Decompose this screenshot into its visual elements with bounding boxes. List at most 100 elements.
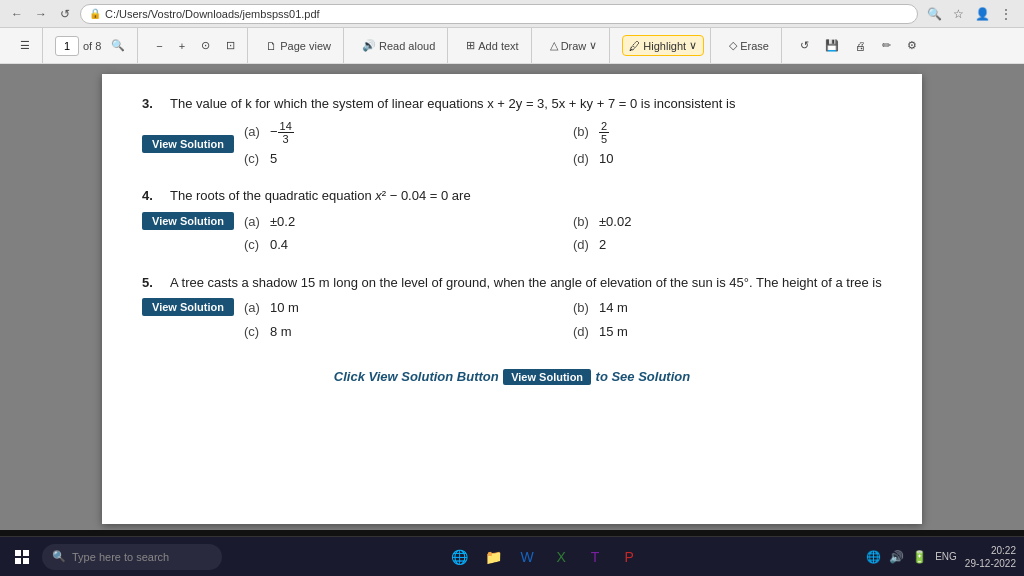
q5-option-a: (a) 10 m <box>244 298 553 318</box>
add-text-section: ⊞ Add text <box>454 28 531 63</box>
zoom-in-button[interactable]: + <box>173 37 191 55</box>
browser-menu-icon[interactable]: ⋮ <box>996 4 1016 24</box>
pdf-content: 3. The value of k for which the system o… <box>0 64 1024 530</box>
page-view-button[interactable]: 🗋 Page view <box>260 37 337 55</box>
question-3-number: 3. <box>142 94 162 114</box>
view-solution-3-button[interactable]: View Solution <box>142 135 234 153</box>
page-number-input[interactable] <box>55 36 79 56</box>
taskbar-teams-icon[interactable]: T <box>581 543 609 571</box>
taskbar-clock[interactable]: 20:22 29-12-2022 <box>965 544 1016 570</box>
taskbar-word-icon[interactable]: W <box>513 543 541 571</box>
q5-option-b: (b) 14 m <box>573 298 882 318</box>
browser-chrome: ← → ↺ 🔒 C:/Users/Vostro/Downloads/jembsp… <box>0 0 1024 28</box>
taskbar-right: 🌐 🔊 🔋 ENG 20:22 29-12-2022 <box>866 544 1016 570</box>
svg-rect-2 <box>15 558 21 564</box>
taskbar-volume-icon[interactable]: 🔊 <box>889 550 904 564</box>
undo-button[interactable]: ↺ <box>794 36 815 55</box>
draw-button[interactable]: △ Draw ∨ <box>544 36 604 55</box>
q3-option-d: (d) 10 <box>573 149 882 169</box>
toolbar-menu-section: ☰ <box>8 28 43 63</box>
question-3-header: 3. The value of k for which the system o… <box>142 94 882 114</box>
reload-button[interactable]: ↺ <box>56 5 74 23</box>
taskbar: 🔍 Type here to search 🌐 📁 W X T P 🌐 🔊 🔋 … <box>0 536 1024 576</box>
taskbar-pdf-icon[interactable]: P <box>615 543 643 571</box>
question-5-header: 5. A tree casts a shadow 15 m long on th… <box>142 273 882 293</box>
settings-button[interactable]: ⚙ <box>901 36 923 55</box>
pdf-page: 3. The value of k for which the system o… <box>102 74 922 524</box>
read-aloud-section: 🔊 Read aloud <box>350 28 448 63</box>
search-button[interactable]: 🔍 <box>105 36 131 55</box>
taskbar-search-bar[interactable]: 🔍 Type here to search <box>42 544 222 570</box>
svg-rect-0 <box>15 550 21 556</box>
click-solution-text: Click View Solution Button <box>334 369 499 384</box>
svg-rect-1 <box>23 550 29 556</box>
q4-option-c: (c) 0.4 <box>244 235 553 255</box>
edit-button[interactable]: ✏ <box>876 36 897 55</box>
save-button[interactable]: 💾 <box>819 36 845 55</box>
q3-option-b: (b) 25 <box>573 120 882 145</box>
page-total-label: of 8 <box>83 40 101 52</box>
taskbar-battery-icon[interactable]: 🔋 <box>912 550 927 564</box>
taskbar-search-icon: 🔍 <box>52 550 66 563</box>
q4-option-a: (a) ±0.2 <box>244 212 553 232</box>
taskbar-fileexplorer-icon[interactable]: 📁 <box>479 543 507 571</box>
taskbar-date: 29-12-2022 <box>965 557 1016 570</box>
page-nav-section: of 8 🔍 <box>49 28 138 63</box>
q4-option-b: (b) ±0.02 <box>573 212 882 232</box>
q5-option-c: (c) 8 m <box>244 322 553 342</box>
taskbar-edge-icon[interactable]: 🌐 <box>445 543 473 571</box>
question-4-block: 4. The roots of the quadratic equation x… <box>142 186 882 255</box>
question-4-number: 4. <box>142 186 162 206</box>
address-bar[interactable]: 🔒 C:/Users/Vostro/Downloads/jembspss01.p… <box>80 4 918 24</box>
taskbar-excel-icon[interactable]: X <box>547 543 575 571</box>
address-text: C:/Users/Vostro/Downloads/jembspss01.pdf <box>105 8 320 20</box>
taskbar-lang-label: ENG <box>935 551 957 562</box>
add-text-button[interactable]: ⊞ Add text <box>460 36 524 55</box>
print-button[interactable]: 🖨 <box>849 37 872 55</box>
question-5-block: 5. A tree casts a shadow 15 m long on th… <box>142 273 882 342</box>
zoom-section: − + ⊙ ⊡ <box>144 28 248 63</box>
browser-profile-icon[interactable]: 👤 <box>972 4 992 24</box>
browser-bookmark-icon[interactable]: ☆ <box>948 4 968 24</box>
click-solution-area: Click View Solution Button View Solution… <box>142 359 882 393</box>
erase-button[interactable]: ◇ Erase <box>723 36 775 55</box>
taskbar-time: 20:22 <box>965 544 1016 557</box>
question-4-header: 4. The roots of the quadratic equation x… <box>142 186 882 206</box>
browser-actions: 🔍 ☆ 👤 ⋮ <box>924 4 1016 24</box>
draw-section: △ Draw ∨ <box>538 28 611 63</box>
lock-icon: 🔒 <box>89 8 101 19</box>
view-solution-4-button[interactable]: View Solution <box>142 212 234 230</box>
screen: ← → ↺ 🔒 C:/Users/Vostro/Downloads/jembsp… <box>0 0 1024 530</box>
svg-rect-3 <box>23 558 29 564</box>
zoom-out-button[interactable]: − <box>150 37 168 55</box>
q4-option-d: (d) 2 <box>573 235 882 255</box>
question-5-text: A tree casts a shadow 15 m long on the l… <box>170 273 882 293</box>
view-solution-5-button[interactable]: View Solution <box>142 298 234 316</box>
highlight-button[interactable]: 🖊 Highlight ∨ <box>622 35 704 56</box>
q5-option-d: (d) 15 m <box>573 322 882 342</box>
taskbar-search-label: Type here to search <box>72 551 169 563</box>
pdf-toolbar: ☰ of 8 🔍 − + ⊙ ⊡ 🗋 Page view 🔊 Read a <box>0 28 1024 64</box>
question-4-text: The roots of the quadratic equation x² −… <box>170 186 882 206</box>
highlight-section: 🖊 Highlight ∨ <box>616 28 711 63</box>
extra-tools-section: ↺ 💾 🖨 ✏ ⚙ <box>788 28 929 63</box>
taskbar-network-icon[interactable]: 🌐 <box>866 550 881 564</box>
click-solution-button[interactable]: View Solution <box>503 369 591 385</box>
question-3-text: The value of k for which the system of l… <box>170 94 882 114</box>
taskbar-app-icons: 🌐 📁 W X T P <box>228 543 860 571</box>
start-button[interactable] <box>8 543 36 571</box>
question-3-block: 3. The value of k for which the system o… <box>142 94 882 168</box>
erase-section: ◇ Erase <box>717 28 782 63</box>
question-5-number: 5. <box>142 273 162 293</box>
read-aloud-button[interactable]: 🔊 Read aloud <box>356 36 441 55</box>
page-view-section: 🗋 Page view <box>254 28 344 63</box>
q3-option-a: (a) −143 <box>244 120 553 145</box>
q3-option-c: (c) 5 <box>244 149 553 169</box>
fullscreen-button[interactable]: ⊡ <box>220 36 241 55</box>
back-button[interactable]: ← <box>8 5 26 23</box>
monitor: ← → ↺ 🔒 C:/Users/Vostro/Downloads/jembsp… <box>0 0 1024 576</box>
sidebar-toggle-button[interactable]: ☰ <box>14 36 36 55</box>
fit-button[interactable]: ⊙ <box>195 36 216 55</box>
browser-search-icon[interactable]: 🔍 <box>924 4 944 24</box>
forward-button[interactable]: → <box>32 5 50 23</box>
